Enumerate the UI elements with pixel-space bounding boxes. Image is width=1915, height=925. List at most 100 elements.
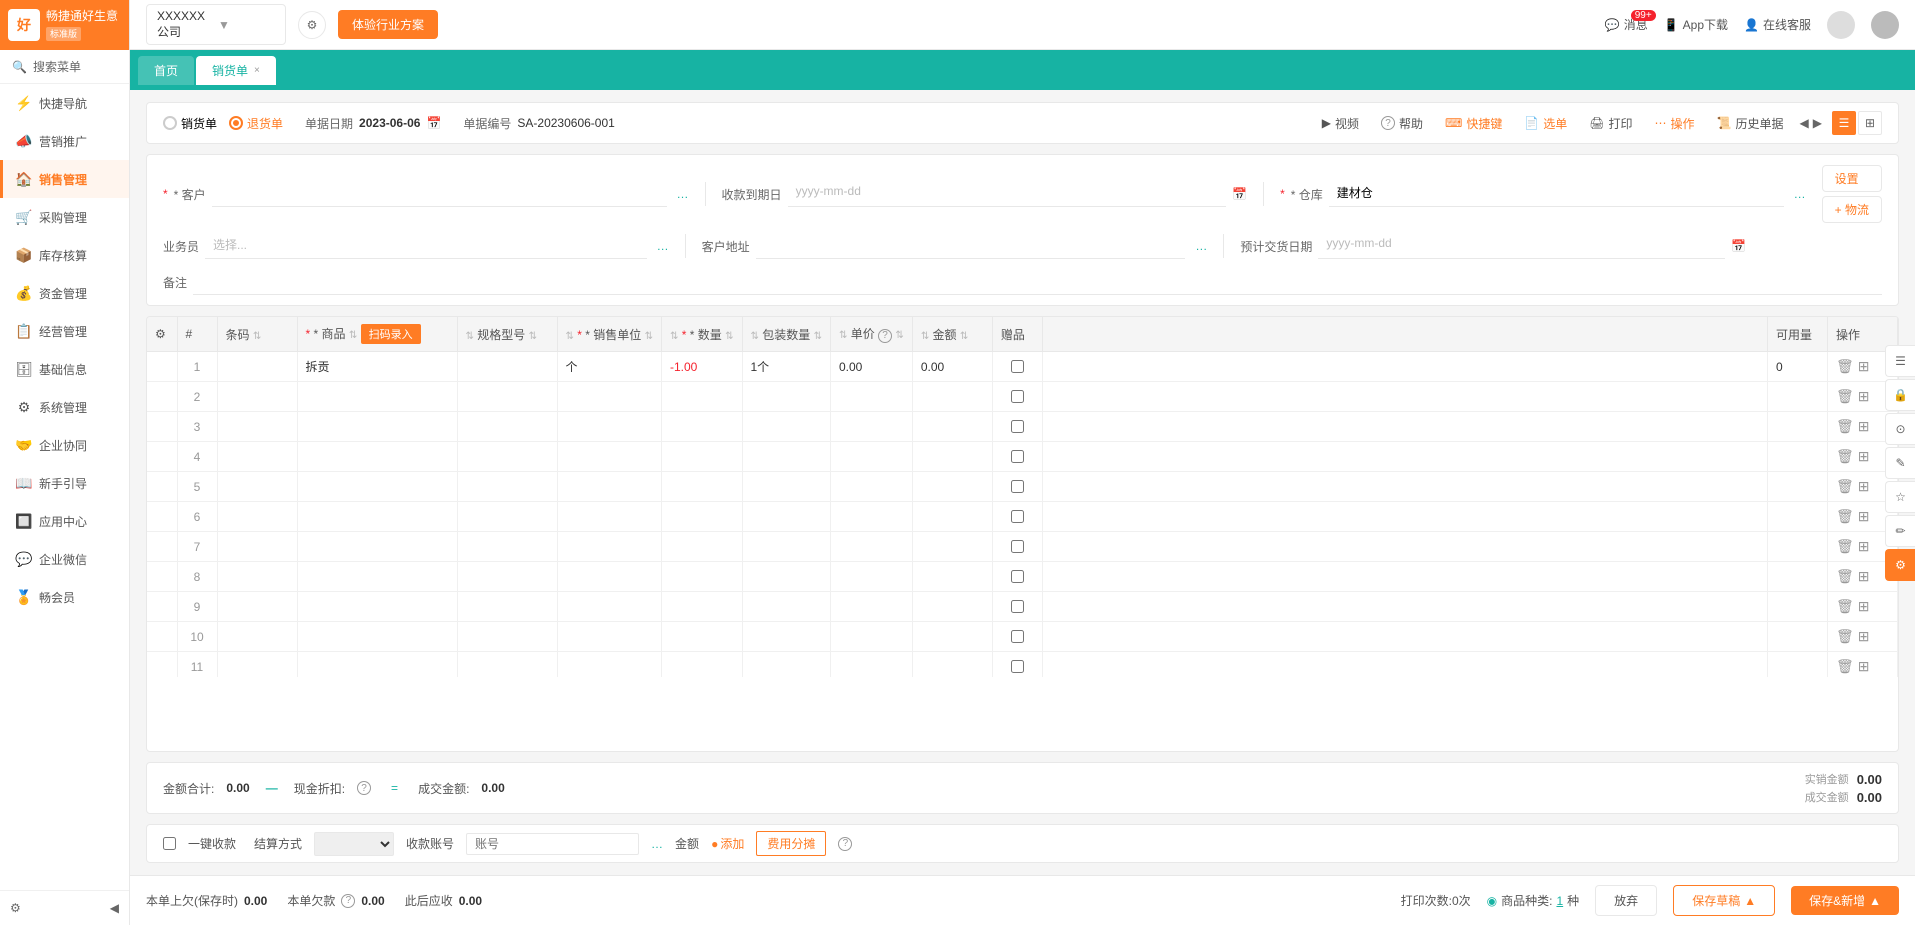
tab-sales-order[interactable]: 销货单 × <box>196 56 276 85</box>
float-btn-6[interactable]: ✏ <box>1885 515 1915 547</box>
sidebar-item-member[interactable]: 🏅 畅会员 <box>0 578 129 616</box>
discard-button[interactable]: 放弃 <box>1595 885 1657 916</box>
product-type-link[interactable]: 1 <box>1556 894 1563 908</box>
row-pack-qty-cell[interactable] <box>742 652 830 678</box>
sidebar-item-quick-nav[interactable]: ⚡ 快捷导航 <box>0 84 129 122</box>
row-qty-cell[interactable] <box>662 652 743 678</box>
row-copy-icon[interactable]: ⊞ <box>1858 418 1870 435</box>
row-unit-price-cell[interactable] <box>830 652 912 678</box>
gift-checkbox[interactable] <box>1011 630 1024 643</box>
sidebar-item-app-center[interactable]: 🔲 应用中心 <box>0 502 129 540</box>
payment-account-input[interactable] <box>466 833 639 855</box>
sidebar-item-system[interactable]: ⚙ 系统管理 <box>0 388 129 426</box>
radio-return-order[interactable]: 退货单 <box>229 115 283 132</box>
save-new-button[interactable]: 保存&新增 ▲ <box>1791 886 1899 915</box>
row-pack-qty-cell[interactable] <box>742 382 830 412</box>
row-gift-cell[interactable] <box>992 652 1042 678</box>
tab-close-icon[interactable]: × <box>254 65 260 76</box>
gift-checkbox[interactable] <box>1011 570 1024 583</box>
row-delete-icon[interactable]: 🗑 <box>1836 478 1854 495</box>
row-gift-cell[interactable] <box>992 412 1042 442</box>
row-spec-cell[interactable] <box>457 412 557 442</box>
search-menu-item[interactable]: 🔍 搜索菜单 <box>0 50 129 84</box>
row-amount-cell[interactable] <box>912 562 992 592</box>
view-grid-btn[interactable]: ⊞ <box>1858 111 1882 135</box>
row-barcode-cell[interactable] <box>217 442 297 472</box>
row-barcode-cell[interactable] <box>217 382 297 412</box>
row-pack-qty-cell[interactable]: 1个 <box>742 352 830 382</box>
customer-addr-input[interactable] <box>756 233 1186 259</box>
row-unit-cell[interactable] <box>557 382 662 412</box>
row-amount-cell[interactable] <box>912 472 992 502</box>
row-unit-cell[interactable] <box>557 442 662 472</box>
row-amount-cell[interactable] <box>912 532 992 562</box>
gift-checkbox[interactable] <box>1011 600 1024 613</box>
print-btn[interactable]: 🖨 打印 <box>1583 113 1638 134</box>
user-avatar[interactable] <box>1827 11 1855 39</box>
video-btn[interactable]: ▶ 视频 <box>1316 113 1365 134</box>
row-gift-cell[interactable] <box>992 622 1042 652</box>
row-spec-cell[interactable] <box>457 652 557 678</box>
operations-btn[interactable]: ⋯ 操作 <box>1649 113 1701 134</box>
unit-price-help-icon[interactable]: ? <box>878 329 892 343</box>
row-pack-qty-cell[interactable] <box>742 472 830 502</box>
add-payment-btn[interactable]: ● 添加 <box>711 835 744 852</box>
sidebar-item-inventory[interactable]: 📦 库存核算 <box>0 236 129 274</box>
row-spec-cell[interactable] <box>457 472 557 502</box>
sidebar-item-operations[interactable]: 📋 经营管理 <box>0 312 129 350</box>
sidebar-settings-icon[interactable]: ⚙ <box>10 901 21 915</box>
row-pack-qty-cell[interactable] <box>742 592 830 622</box>
one-click-payment-checkbox[interactable] <box>163 837 176 850</box>
row-amount-cell[interactable] <box>912 442 992 472</box>
row-unit-cell[interactable] <box>557 502 662 532</box>
app-download-button[interactable]: 📱 App下载 <box>1664 16 1728 33</box>
row-delete-icon[interactable]: 🗑 <box>1836 358 1854 375</box>
expense-split-btn[interactable]: 费用分摊 <box>756 831 826 856</box>
row-delete-icon[interactable]: 🗑 <box>1836 448 1854 465</box>
row-gift-cell[interactable] <box>992 382 1042 412</box>
row-qty-cell[interactable] <box>662 382 743 412</box>
row-barcode-cell[interactable] <box>217 652 297 678</box>
row-unit-price-cell[interactable]: 0.00 <box>830 352 912 382</box>
row-spec-cell[interactable] <box>457 502 557 532</box>
row-delete-icon[interactable]: 🗑 <box>1836 508 1854 525</box>
row-gift-cell[interactable] <box>992 442 1042 472</box>
row-qty-cell[interactable] <box>662 442 743 472</box>
row-qty-cell[interactable] <box>662 592 743 622</box>
row-barcode-cell[interactable] <box>217 412 297 442</box>
sidebar-item-enterprise[interactable]: 🤝 企业协同 <box>0 426 129 464</box>
salesperson-input[interactable]: 选择... <box>205 233 647 259</box>
row-qty-cell[interactable] <box>662 622 743 652</box>
trial-button[interactable]: 体验行业方案 <box>338 10 438 39</box>
addr-lookup-icon[interactable]: … <box>1195 239 1207 253</box>
row-amount-cell[interactable] <box>912 652 992 678</box>
row-delete-icon[interactable]: 🗑 <box>1836 598 1854 615</box>
expected-delivery-input[interactable]: yyyy-mm-dd <box>1318 233 1725 259</box>
row-barcode-cell[interactable] <box>217 622 297 652</box>
row-unit-cell[interactable] <box>557 562 662 592</box>
help-btn[interactable]: ? 帮助 <box>1375 113 1429 134</box>
row-gift-cell[interactable] <box>992 352 1042 382</box>
expense-help-icon[interactable]: ? <box>838 837 852 851</box>
row-spec-cell[interactable] <box>457 442 557 472</box>
row-delete-icon[interactable]: 🗑 <box>1836 628 1854 645</box>
gift-checkbox[interactable] <box>1011 480 1024 493</box>
row-qty-cell[interactable] <box>662 502 743 532</box>
discount-minus-icon[interactable]: — <box>266 781 278 795</box>
row-pack-qty-cell[interactable] <box>742 412 830 442</box>
row-qty-cell[interactable]: -1.00 <box>662 352 743 382</box>
payment-calendar-icon[interactable]: 📅 <box>1232 187 1247 201</box>
row-qty-cell[interactable] <box>662 472 743 502</box>
row-copy-icon[interactable]: ⊞ <box>1858 538 1870 555</box>
row-product-cell[interactable] <box>297 652 457 678</box>
gift-checkbox[interactable] <box>1011 540 1024 553</box>
row-barcode-cell[interactable] <box>217 532 297 562</box>
row-qty-cell[interactable] <box>662 562 743 592</box>
row-unit-cell[interactable] <box>557 622 662 652</box>
row-qty-cell[interactable] <box>662 412 743 442</box>
row-unit-cell[interactable] <box>557 472 662 502</box>
row-product-cell[interactable] <box>297 532 457 562</box>
sidebar-item-marketing[interactable]: 📣 营销推广 <box>0 122 129 160</box>
warehouse-lookup-icon[interactable]: … <box>1794 187 1806 201</box>
row-copy-icon[interactable]: ⊞ <box>1858 448 1870 465</box>
